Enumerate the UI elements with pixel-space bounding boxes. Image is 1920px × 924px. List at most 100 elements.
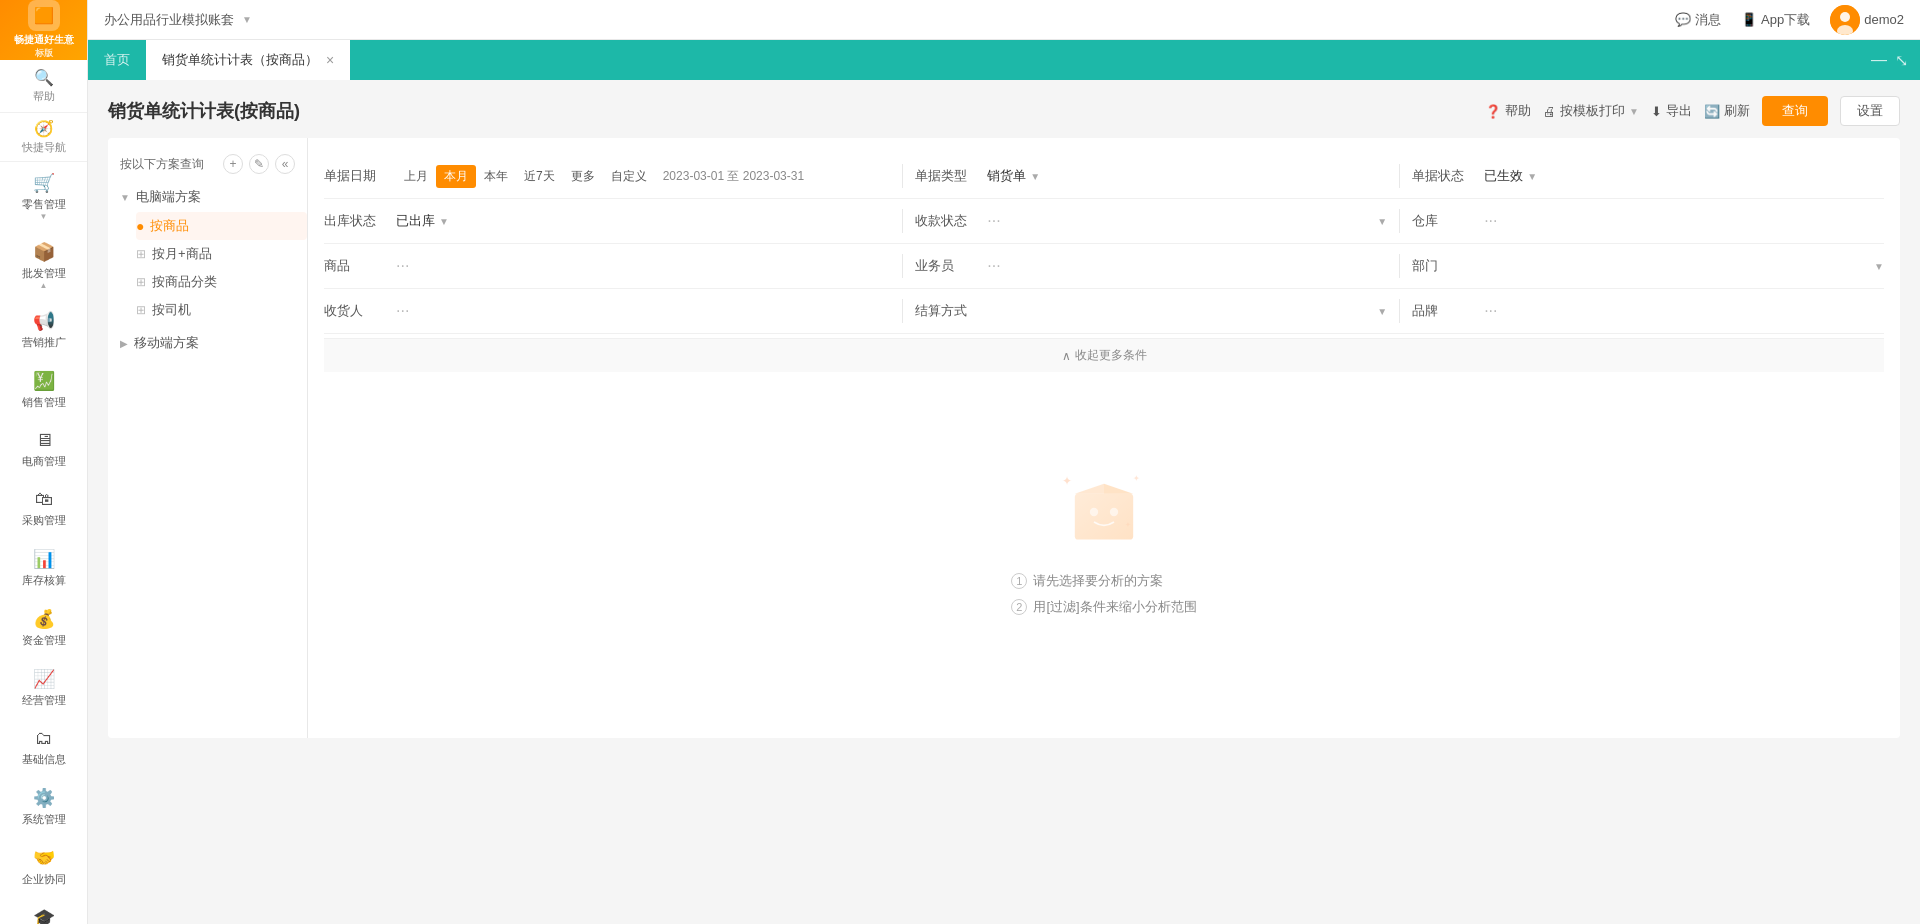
doc-status-cell: 单据状态 已生效 ▼ bbox=[1412, 167, 1884, 185]
brand-label: 品牌 bbox=[1412, 302, 1484, 320]
out-status-label: 出库状态 bbox=[324, 212, 396, 230]
refresh-btn[interactable]: 🔄 刷新 bbox=[1704, 102, 1750, 120]
date-btn-more[interactable]: 更多 bbox=[563, 165, 603, 188]
sidebar-item-wholesale[interactable]: 📦 批发管理 ▲ bbox=[0, 231, 87, 300]
sidebar-item-guide[interactable]: 🎓 新手引导 bbox=[0, 897, 87, 924]
receipt-status-input: ··· ▼ bbox=[987, 212, 1387, 230]
date-btn-last-month[interactable]: 上月 bbox=[396, 165, 436, 188]
svg-text:✦: ✦ bbox=[1062, 474, 1072, 487]
salesman-dots[interactable]: ··· bbox=[987, 257, 1000, 275]
minimize-btn[interactable]: — bbox=[1871, 51, 1887, 69]
tree-item-mobile[interactable]: ▶ 移动端方案 bbox=[108, 328, 307, 358]
search-icon: 🔍 bbox=[34, 68, 54, 87]
print-label: 按模板打印 bbox=[1560, 102, 1625, 120]
svg-text:✦: ✦ bbox=[1125, 521, 1131, 528]
doc-status-value: 已生效 bbox=[1484, 167, 1523, 185]
print-arrow: ▼ bbox=[1629, 106, 1639, 117]
tree-child-by-month-goods[interactable]: ⊞ 按月+商品 bbox=[136, 240, 307, 268]
sidebar-item-finance[interactable]: 💰 资金管理 bbox=[0, 598, 87, 658]
app-download-btn[interactable]: 📱 App下载 bbox=[1741, 11, 1810, 29]
tab-close-icon[interactable]: × bbox=[326, 53, 334, 67]
doc-type-select[interactable]: 销货单 ▼ bbox=[987, 167, 1387, 185]
sep-1 bbox=[902, 164, 903, 188]
page-header: 销货单统计计表(按商品) ❓ 帮助 🖨 按模板打印 ▼ ⬇ 导出 🔄 刷新 bbox=[108, 96, 1900, 126]
quick-nav-item[interactable]: 🧭 快捷导航 bbox=[0, 113, 87, 162]
export-btn[interactable]: ⬇ 导出 bbox=[1651, 102, 1692, 120]
brand-dots[interactable]: ··· bbox=[1484, 302, 1497, 320]
recipient-dots[interactable]: ··· bbox=[396, 302, 409, 320]
page-content: 销货单统计计表(按商品) ❓ 帮助 🖨 按模板打印 ▼ ⬇ 导出 🔄 刷新 bbox=[88, 80, 1920, 924]
help-btn[interactable]: ❓ 帮助 bbox=[1485, 102, 1531, 120]
doc-status-select[interactable]: 已生效 ▼ bbox=[1484, 167, 1884, 185]
plus-icon: + bbox=[229, 157, 236, 171]
goods-dots[interactable]: ··· bbox=[396, 257, 409, 275]
quick-nav-label: 快捷导航 bbox=[22, 140, 66, 155]
collapse-btn[interactable]: ∧ 收起更多条件 bbox=[324, 338, 1884, 372]
maximize-btn[interactable]: ⤡ bbox=[1895, 51, 1908, 70]
query-btn[interactable]: 查询 bbox=[1762, 96, 1828, 126]
out-status-select[interactable]: 已出库 ▼ bbox=[396, 212, 890, 230]
settings-btn[interactable]: 设置 bbox=[1840, 96, 1900, 126]
sep-8 bbox=[1399, 299, 1400, 323]
sidebar-item-ops[interactable]: 📈 经营管理 bbox=[0, 658, 87, 718]
empty-tip-1: 1 请先选择要分析的方案 bbox=[1011, 572, 1196, 590]
search-menu-item[interactable]: 🔍 帮助 bbox=[0, 60, 87, 113]
receipt-status-dots[interactable]: ··· bbox=[987, 212, 1000, 230]
salesman-label: 业务员 bbox=[915, 257, 987, 275]
collapse-panel-btn[interactable]: « bbox=[275, 154, 295, 174]
sidebar-item-ecommerce[interactable]: 🖥 电商管理 bbox=[0, 420, 87, 479]
sidebar-item-retail[interactable]: 🛒 零售管理 ▼ bbox=[0, 162, 87, 231]
add-scheme-btn[interactable]: + bbox=[223, 154, 243, 174]
brand-cell: 品牌 ··· bbox=[1412, 302, 1884, 320]
date-btn-7days[interactable]: 近7天 bbox=[516, 165, 563, 188]
empty-illustration: ✦ ✦ ✦ bbox=[1054, 452, 1154, 552]
tree-arrow-desktop: ▼ bbox=[120, 192, 130, 203]
sidebar-item-enterprise[interactable]: 🤝 企业协同 bbox=[0, 837, 87, 897]
edit-scheme-btn[interactable]: ✎ bbox=[249, 154, 269, 174]
content-layout: 按以下方案查询 + ✎ « bbox=[108, 138, 1900, 738]
recipient-input: ··· bbox=[396, 302, 890, 320]
tree-item-desktop[interactable]: ▼ 电脑端方案 bbox=[108, 182, 307, 212]
receipt-status-arrow: ▼ bbox=[1377, 216, 1387, 227]
purchase-label: 采购管理 bbox=[22, 513, 66, 528]
by-goods-label: 按商品 bbox=[150, 217, 189, 235]
tab-active-label: 销货单统计计表（按商品） bbox=[162, 51, 318, 69]
system-label: 系统管理 bbox=[22, 812, 66, 827]
collapse-chevron: ∧ bbox=[1062, 349, 1071, 363]
sidebar-item-marketing[interactable]: 📢 营销推广 bbox=[0, 300, 87, 360]
industry-selector[interactable]: 办公用品行业模拟账套 ▼ bbox=[104, 11, 252, 29]
sidebar-item-inventory[interactable]: 📊 库存核算 bbox=[0, 538, 87, 598]
tree-child-by-driver[interactable]: ⊞ 按司机 bbox=[136, 296, 307, 324]
tree-child-by-category[interactable]: ⊞ 按商品分类 bbox=[136, 268, 307, 296]
username: demo2 bbox=[1864, 12, 1904, 27]
collapse-icon: « bbox=[282, 157, 289, 171]
sidebar-item-basic[interactable]: 🗂 基础信息 bbox=[0, 718, 87, 777]
receipt-status-label: 收款状态 bbox=[915, 212, 987, 230]
sidebar-item-sales[interactable]: 💹 销售管理 bbox=[0, 360, 87, 420]
payment-input: ▼ bbox=[987, 306, 1387, 317]
user-menu[interactable]: demo2 bbox=[1830, 5, 1904, 35]
date-btn-this-year[interactable]: 本年 bbox=[476, 165, 516, 188]
empty-tip-2: 2 用[过滤]条件来缩小分析范围 bbox=[1011, 598, 1196, 616]
print-btn[interactable]: 🖨 按模板打印 ▼ bbox=[1543, 102, 1639, 120]
date-btn-custom[interactable]: 自定义 bbox=[603, 165, 655, 188]
warehouse-dots[interactable]: ··· bbox=[1484, 212, 1497, 230]
refresh-icon: 🔄 bbox=[1704, 104, 1720, 119]
enterprise-label: 企业协同 bbox=[22, 872, 66, 887]
messages-btn[interactable]: 💬 消息 bbox=[1675, 11, 1721, 29]
tab-active[interactable]: 销货单统计计表（按商品） × bbox=[146, 40, 350, 80]
tab-home[interactable]: 首页 bbox=[88, 40, 146, 80]
out-status-cell: 出库状态 已出库 ▼ bbox=[324, 212, 890, 230]
sidebar-item-system[interactable]: ⚙️ 系统管理 bbox=[0, 777, 87, 837]
date-filter-controls: 上月 本月 本年 近7天 更多 自定义 2023-03-01 至 2023-03… bbox=[396, 165, 804, 188]
tree-child-by-goods[interactable]: ● 按商品 bbox=[136, 212, 307, 240]
grid-icon-3: ⊞ bbox=[136, 303, 146, 317]
right-panel: 单据日期 上月 本月 本年 近7天 更多 自定义 2023-03-01 至 20… bbox=[308, 138, 1900, 738]
sidebar-item-purchase[interactable]: 🛍 采购管理 bbox=[0, 479, 87, 538]
page-actions: ❓ 帮助 🖨 按模板打印 ▼ ⬇ 导出 🔄 刷新 查询 bbox=[1485, 96, 1900, 126]
sidebar-logo[interactable]: 🟧 畅捷通好生意 标版 bbox=[0, 0, 88, 60]
by-category-label: 按商品分类 bbox=[152, 273, 217, 291]
logo-icon: 🟧 bbox=[28, 0, 60, 31]
collapse-label: 收起更多条件 bbox=[1075, 347, 1147, 364]
date-btn-this-month[interactable]: 本月 bbox=[436, 165, 476, 188]
